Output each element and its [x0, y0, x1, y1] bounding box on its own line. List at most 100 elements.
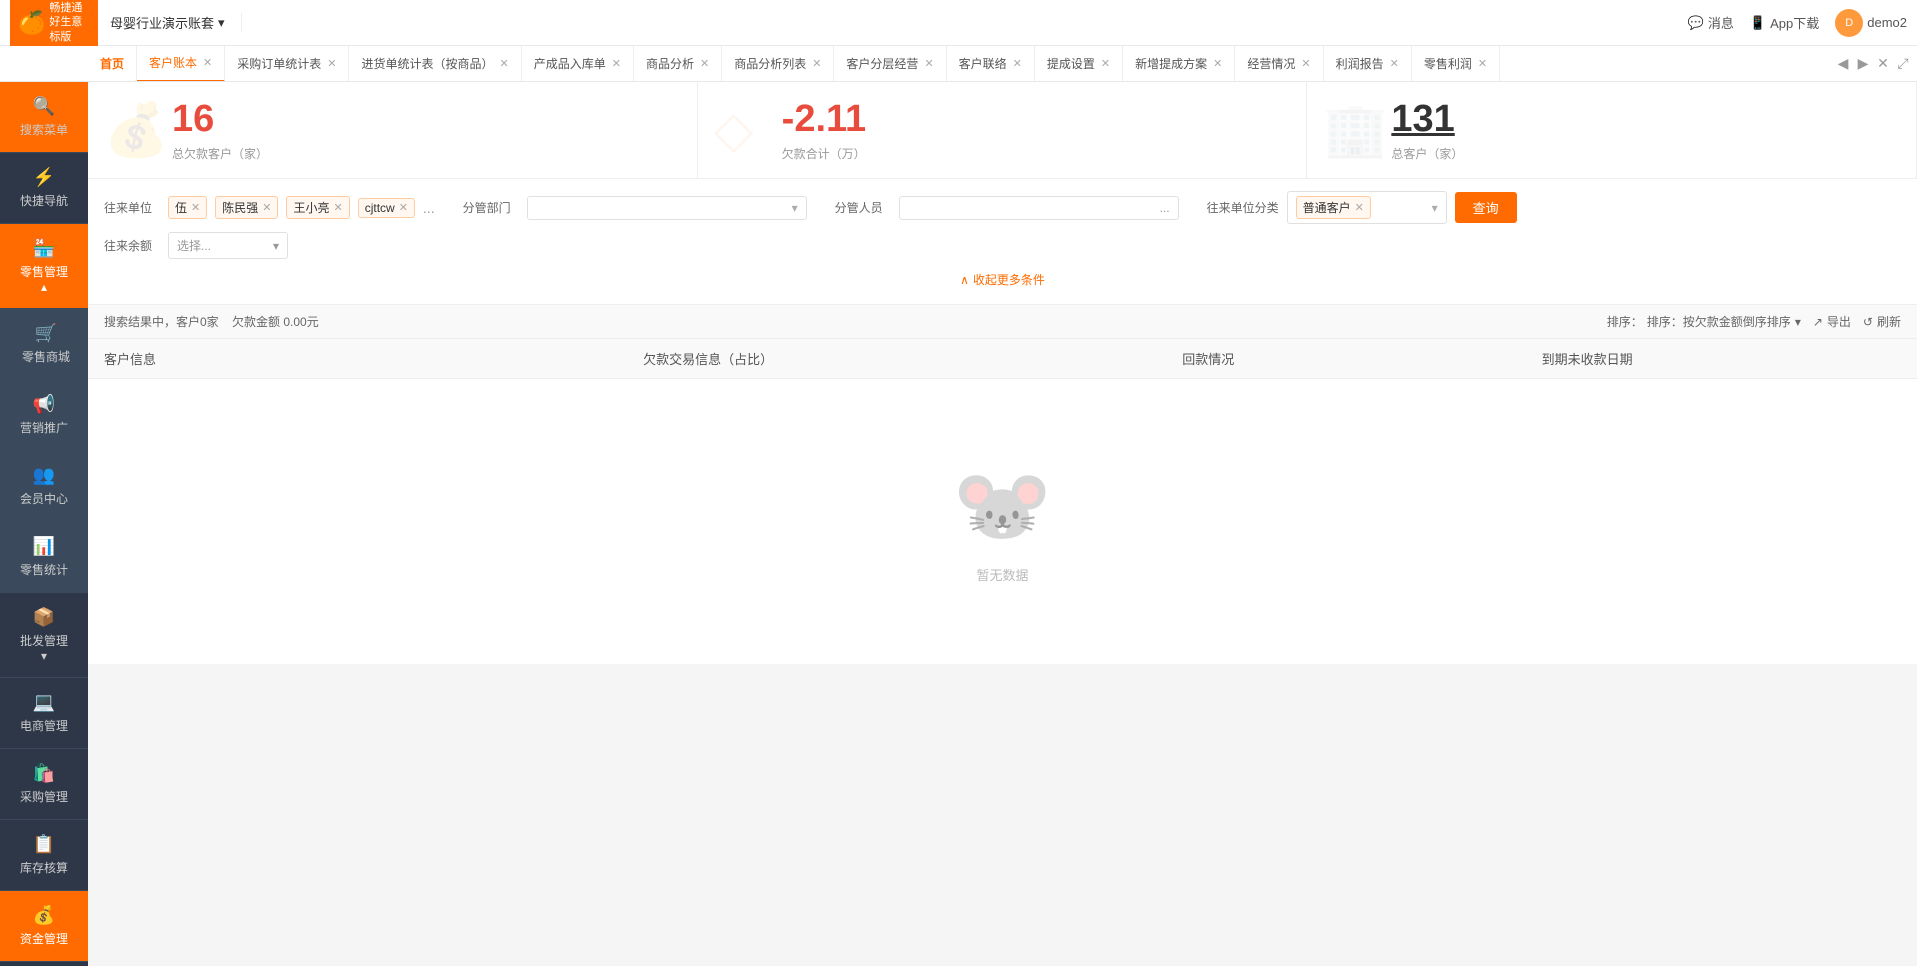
sidebar-item-search[interactable]: 🔍 搜索菜单: [0, 82, 88, 153]
tab-goods-analysis-list[interactable]: 商品分析列表 ✕: [722, 46, 834, 82]
main-layout: 🔍 搜索菜单 ⚡ 快捷导航 🏪 零售管理 ▴ 🛒 零售商城 📢 营销推广 👥 会…: [0, 82, 1917, 966]
tab-customer-layered[interactable]: 客户分层经营 ✕: [834, 46, 946, 82]
tab-new-commission[interactable]: 新增提成方案 ✕: [1123, 46, 1235, 82]
result-bar: 搜索结果中，客户0家 欠款金额 0.00元 排序： 排序：按欠款金额倒序排序 ▾…: [88, 305, 1917, 339]
sidebar-item-member[interactable]: 👥 会员中心: [0, 451, 88, 522]
close-tab-product-storage[interactable]: ✕: [612, 57, 621, 70]
remove-category-tag[interactable]: ✕: [1355, 201, 1364, 214]
remove-tag-unit-2[interactable]: ✕: [262, 201, 271, 214]
balance-select[interactable]: 选择... ▾: [168, 232, 288, 259]
tab-profit-report[interactable]: 利润报告 ✕: [1324, 46, 1412, 82]
sidebar-item-quick-nav[interactable]: ⚡ 快捷导航: [0, 153, 88, 224]
filter-tag-unit-2: 陈民强 ✕: [215, 196, 278, 219]
person-select[interactable]: ...: [899, 196, 1179, 220]
category-tag: 普通客户 ✕: [1296, 196, 1371, 219]
dept-select[interactable]: ▾: [527, 196, 807, 220]
export-button[interactable]: ↗ 导出: [1813, 313, 1851, 330]
remove-tag-unit-3[interactable]: ✕: [333, 201, 342, 214]
category-select-arrow: ▾: [1432, 201, 1438, 215]
tab-home[interactable]: 首页: [88, 46, 137, 82]
expand-icon: ▴: [41, 280, 47, 294]
close-tab-purchase-order[interactable]: ✕: [327, 57, 336, 70]
filter-row-1: 往来单位 伍 ✕ 陈民强 ✕ 王小亮 ✕ cjttcw ✕ ...: [104, 191, 1901, 224]
sidebar-item-operations[interactable]: 📈 经营管理: [0, 962, 88, 966]
sidebar-item-inventory[interactable]: 📋 库存核算: [0, 820, 88, 891]
export-icon: ↗: [1813, 315, 1823, 329]
tab-retail-profit[interactable]: 零售利润 ✕: [1412, 46, 1500, 82]
col-customer-info: 客户信息: [104, 349, 643, 368]
sidebar-item-retail[interactable]: 🏪 零售管理 ▴: [0, 224, 88, 309]
stat-total-owing-amount: ◇ -2.11 欠款合计（万）: [698, 82, 1308, 178]
company-selector[interactable]: 母婴行业演示账套 ▾: [98, 13, 242, 32]
nav-close-icon[interactable]: ✕: [1873, 54, 1893, 74]
tab-purchase-order[interactable]: 采购订单统计表 ✕: [225, 46, 349, 82]
tab-customer-ledger[interactable]: 客户账本 ✕: [137, 46, 225, 82]
col-payment-status: 回款情况: [1182, 349, 1541, 368]
table-area: 客户信息 欠款交易信息（占比） 回款情况 到期未收款日期 🐭 暂无数据: [88, 339, 1917, 664]
refresh-button[interactable]: ↺ 刷新: [1863, 313, 1901, 330]
wholesale-icon: 📦: [33, 607, 55, 628]
message-button[interactable]: 💬 消息: [1688, 13, 1734, 32]
nav-tabs: 首页 客户账本 ✕ 采购订单统计表 ✕ 进货单统计表（按商品） ✕ 产成品入库单…: [0, 46, 1917, 82]
sidebar-item-retail-mall[interactable]: 🛒 零售商城: [0, 309, 88, 380]
collapse-button[interactable]: ∧ 收起更多条件: [104, 267, 1901, 292]
tab-commission-settings[interactable]: 提成设置 ✕: [1035, 46, 1123, 82]
close-tab-retail-profit[interactable]: ✕: [1478, 57, 1487, 70]
inventory-icon: 📋: [33, 834, 55, 855]
tab-goods-stats[interactable]: 进货单统计表（按商品） ✕: [349, 46, 521, 82]
col-owing-transaction: 欠款交易信息（占比）: [643, 349, 1182, 368]
sidebar-item-purchase[interactable]: 🛍️ 采购管理: [0, 749, 88, 820]
empty-label: 暂无数据: [976, 565, 1028, 584]
close-tab-goods-analysis[interactable]: ✕: [700, 57, 709, 70]
ecommerce-icon: 💻: [33, 692, 55, 713]
tab-product-storage[interactable]: 产成品入库单 ✕: [522, 46, 634, 82]
tab-business-situation[interactable]: 经营情况 ✕: [1235, 46, 1323, 82]
collapse-up-icon: ∧: [960, 273, 969, 287]
close-tab-commission-settings[interactable]: ✕: [1101, 57, 1110, 70]
more-tags-button[interactable]: ...: [423, 200, 435, 216]
sidebar-item-marketing[interactable]: 📢 营销推广: [0, 380, 88, 451]
sort-label: 排序：: [1607, 313, 1643, 330]
person-more-button[interactable]: ...: [1160, 201, 1170, 215]
stat-value-total-customers: 131: [1391, 98, 1463, 141]
filter-bar: 往来单位 伍 ✕ 陈民强 ✕ 王小亮 ✕ cjttcw ✕ ...: [88, 179, 1917, 305]
close-tab-customer-contact[interactable]: ✕: [1013, 57, 1022, 70]
sidebar-item-wholesale[interactable]: 📦 批发管理 ▾: [0, 593, 88, 678]
result-actions: 排序： 排序：按欠款金额倒序排序 ▾ ↗ 导出 ↺ 刷新: [1607, 313, 1901, 330]
query-button[interactable]: 查询: [1455, 192, 1517, 223]
close-tab-goods-analysis-list[interactable]: ✕: [812, 57, 821, 70]
table-empty: 🐭 暂无数据: [88, 379, 1917, 664]
filter-label-person: 分管人员: [835, 199, 891, 216]
sort-icon: ▾: [1795, 315, 1801, 329]
sidebar-item-ecommerce[interactable]: 💻 电商管理: [0, 678, 88, 749]
sidebar-item-retail-stats[interactable]: 📊 零售统计: [0, 522, 88, 593]
user-menu[interactable]: D demo2: [1835, 9, 1907, 37]
nav-arrows: ◀ ▶ ✕ ⤢: [1829, 54, 1917, 74]
app-download-button[interactable]: 📱 App下载: [1750, 13, 1819, 32]
logo: 🍊 畅捷通好生意 标版: [10, 0, 98, 46]
marketing-icon: 📢: [33, 394, 55, 415]
sort-select[interactable]: 排序： 排序：按欠款金额倒序排序 ▾: [1607, 313, 1801, 330]
quick-nav-icon: ⚡: [33, 167, 55, 188]
close-tab-profit-report[interactable]: ✕: [1390, 57, 1399, 70]
close-tab-goods-stats[interactable]: ✕: [500, 57, 509, 70]
sidebar: 🔍 搜索菜单 ⚡ 快捷导航 🏪 零售管理 ▴ 🛒 零售商城 📢 营销推广 👥 会…: [0, 82, 88, 966]
remove-tag-unit-1[interactable]: ✕: [191, 201, 200, 214]
category-select[interactable]: 普通客户 ✕ ▾: [1287, 191, 1447, 224]
close-tab-customer-layered[interactable]: ✕: [924, 57, 933, 70]
stat-label-owing-customers: 总欠款客户（家）: [172, 145, 268, 162]
nav-left-arrow[interactable]: ◀: [1833, 54, 1853, 74]
tab-customer-contact[interactable]: 客户联络 ✕: [947, 46, 1035, 82]
close-tab-business-situation[interactable]: ✕: [1301, 57, 1310, 70]
sidebar-item-finance[interactable]: 💰 资金管理: [0, 891, 88, 962]
nav-right-arrow[interactable]: ▶: [1853, 54, 1873, 74]
close-tab-new-commission[interactable]: ✕: [1213, 57, 1222, 70]
remove-tag-unit-4[interactable]: ✕: [399, 201, 408, 214]
balance-select-arrow: ▾: [273, 239, 279, 253]
close-tab-customer-ledger[interactable]: ✕: [203, 56, 212, 69]
top-bar: 🍊 畅捷通好生意 标版 母婴行业演示账套 ▾ 💬 消息 📱 App下载 D de…: [0, 0, 1917, 46]
tab-goods-analysis[interactable]: 商品分析 ✕: [634, 46, 722, 82]
member-icon: 👥: [33, 465, 55, 486]
empty-icon: 🐭: [953, 459, 1053, 553]
nav-expand-icon[interactable]: ⤢: [1893, 54, 1913, 74]
